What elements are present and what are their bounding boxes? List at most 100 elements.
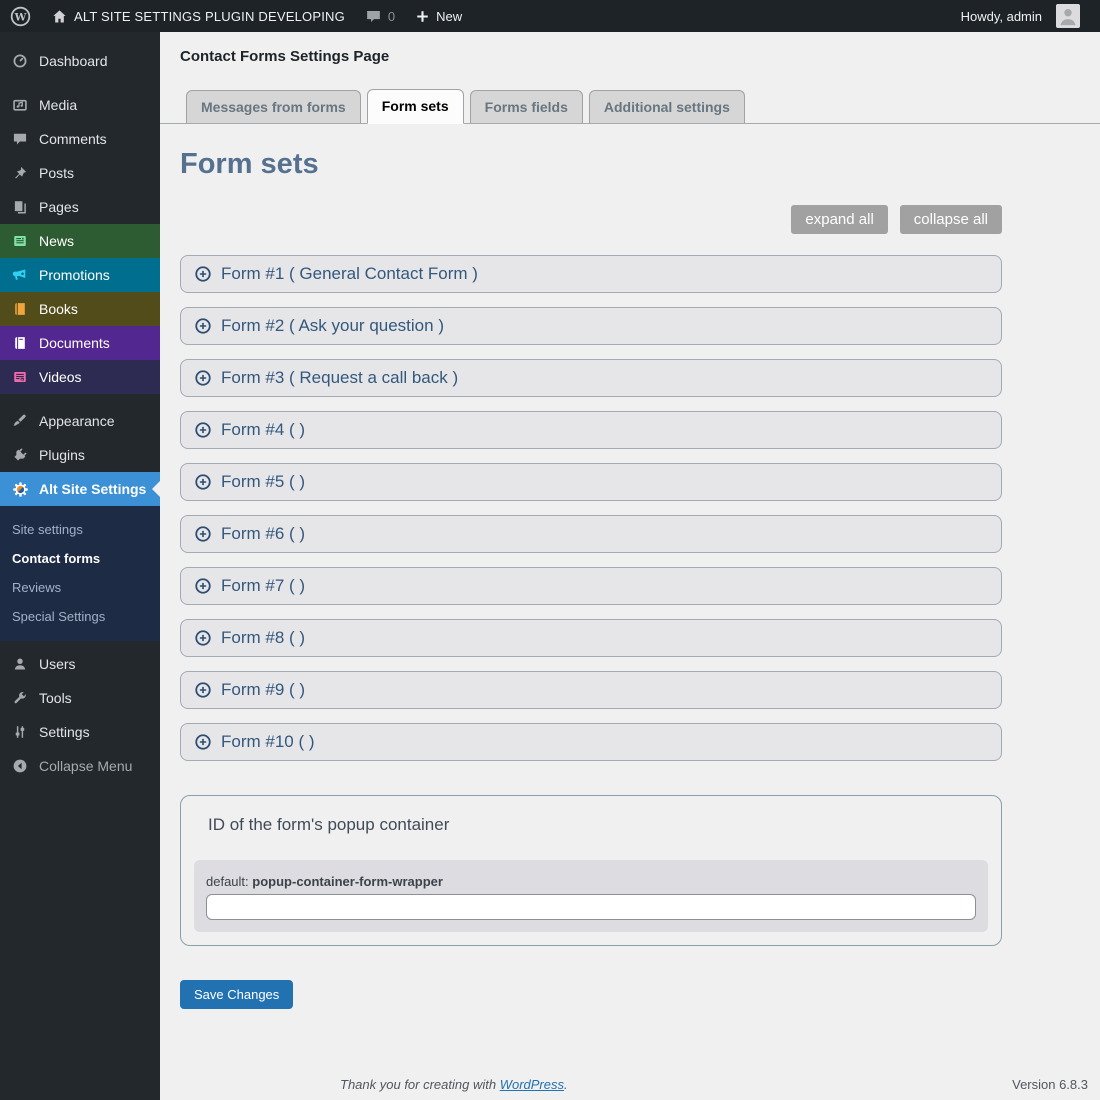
site-title: ALT SITE SETTINGS PLUGIN DEVELOPING: [74, 8, 345, 24]
sidebar-item-label: Dashboard: [39, 53, 108, 69]
admin-sidebar: Dashboard Media Comments Posts Pages New…: [0, 32, 160, 1100]
howdy-text: Howdy, admin: [960, 8, 1042, 24]
form-set-row[interactable]: Form #5 ( ): [180, 463, 1002, 501]
sidebar-item-label: Collapse Menu: [39, 758, 133, 774]
sidebar-item-label: Posts: [39, 165, 75, 181]
sidebar-item-label: Pages: [39, 199, 79, 215]
form-set-row[interactable]: Form #7 ( ): [180, 567, 1002, 605]
wordpress-link[interactable]: WordPress: [500, 1077, 564, 1092]
form-set-label: Form #5 ( ): [221, 472, 306, 491]
dashboard-icon: [11, 53, 29, 69]
default-value-line: default: popup-container-form-wrapper: [206, 874, 976, 889]
current-menu-arrow-icon: [152, 481, 160, 497]
my-account-menu[interactable]: Howdy, admin: [951, 0, 1090, 32]
sidebar-item-label: Books: [39, 301, 78, 317]
popup-container-id-box: ID of the form's popup container default…: [180, 795, 1002, 946]
form-set-row[interactable]: Form #3 ( Request a call back ): [180, 359, 1002, 397]
comments-icon: [11, 131, 29, 147]
svg-text:W: W: [14, 11, 27, 23]
brush-icon: [11, 413, 29, 429]
default-label: default:: [206, 874, 249, 889]
collapse-all-button[interactable]: collapse all: [899, 205, 1002, 234]
sidebar-item-label: Tools: [39, 690, 72, 706]
gear-icon: [11, 481, 29, 498]
form-set-row[interactable]: Form #1 ( General Contact Form ): [180, 255, 1002, 293]
form-set-label: Form #3 ( Request a call back ): [221, 368, 459, 387]
sidebar-item-label: News: [39, 233, 75, 249]
user-icon: [11, 656, 29, 672]
form-set-row[interactable]: Form #9 ( ): [180, 671, 1002, 709]
form-set-row[interactable]: Form #6 ( ): [180, 515, 1002, 553]
alt-site-settings-submenu: Site settings Contact forms Reviews Spec…: [0, 506, 160, 641]
sidebar-item-comments[interactable]: Comments: [0, 122, 160, 156]
sidebar-item-label: Media: [39, 97, 78, 113]
submenu-item-contact-forms[interactable]: Contact forms: [0, 544, 160, 573]
comment-count: 0: [387, 8, 396, 24]
tab-forms-fields[interactable]: Forms fields: [469, 90, 583, 123]
sidebar-item-collapse-menu[interactable]: Collapse Menu: [0, 749, 160, 783]
comment-bubble-icon: [365, 8, 382, 25]
sidebar-item-documents[interactable]: Documents: [0, 326, 160, 360]
sidebar-item-alt-site-settings[interactable]: Alt Site Settings: [0, 472, 160, 506]
comments-shortcut[interactable]: 0: [355, 0, 405, 32]
sidebar-item-label: Videos: [39, 369, 82, 385]
sidebar-item-label: Documents: [39, 335, 110, 351]
menu-separator: [0, 394, 160, 404]
sidebar-item-appearance[interactable]: Appearance: [0, 404, 160, 438]
sidebar-item-tools[interactable]: Tools: [0, 681, 160, 715]
book-icon: [11, 301, 29, 317]
sidebar-item-books[interactable]: Books: [0, 292, 160, 326]
form-set-label: Form #1 ( General Contact Form ): [221, 264, 478, 283]
pushpin-icon: [11, 165, 29, 181]
submenu-item-special-settings[interactable]: Special Settings: [0, 602, 160, 631]
expand-plus-icon: [194, 421, 212, 439]
new-content-menu[interactable]: New: [405, 0, 472, 32]
expand-plus-icon: [194, 369, 212, 387]
form-set-row[interactable]: Form #2 ( Ask your question ): [180, 307, 1002, 345]
sidebar-item-promotions[interactable]: Promotions: [0, 258, 160, 292]
footer-thanks-text: Thank you for creating with: [340, 1077, 500, 1092]
sidebar-item-plugins[interactable]: Plugins: [0, 438, 160, 472]
sliders-icon: [11, 724, 29, 740]
save-changes-button[interactable]: Save Changes: [180, 980, 294, 1009]
submenu-item-site-settings[interactable]: Site settings: [0, 515, 160, 544]
sidebar-item-label: Settings: [39, 724, 90, 740]
form-set-label: Form #10 ( ): [221, 732, 315, 751]
sidebar-item-posts[interactable]: Posts: [0, 156, 160, 190]
sidebar-item-label: Plugins: [39, 447, 85, 463]
sidebar-item-pages[interactable]: Pages: [0, 190, 160, 224]
sidebar-item-settings[interactable]: Settings: [0, 715, 160, 749]
submenu-item-reviews[interactable]: Reviews: [0, 573, 160, 602]
sidebar-item-news[interactable]: News: [0, 224, 160, 258]
popup-container-id-input[interactable]: [206, 894, 976, 920]
sidebar-item-users[interactable]: Users: [0, 647, 160, 681]
plus-icon: [415, 9, 430, 24]
site-menu[interactable]: ALT SITE SETTINGS PLUGIN DEVELOPING: [41, 0, 355, 32]
plug-icon: [11, 447, 29, 463]
section-title: Form sets: [180, 148, 319, 180]
tab-bar: Messages from forms Form sets Forms fiel…: [160, 89, 1100, 124]
sidebar-item-label: Appearance: [39, 413, 115, 429]
bulk-actions: expand all collapse all: [180, 205, 1002, 234]
media-icon: [11, 97, 29, 113]
form-set-row[interactable]: Form #4 ( ): [180, 411, 1002, 449]
tab-additional-settings[interactable]: Additional settings: [588, 90, 745, 123]
form-set-list: Form #1 ( General Contact Form ) Form #2…: [180, 255, 1002, 761]
pages-icon: [11, 199, 29, 215]
wordpress-logo-icon: W: [10, 6, 31, 26]
new-label: New: [436, 8, 463, 24]
sidebar-item-videos[interactable]: Videos: [0, 360, 160, 394]
expand-all-button[interactable]: expand all: [791, 205, 888, 234]
sidebar-item-media[interactable]: Media: [0, 88, 160, 122]
page-title: Contact Forms Settings Page: [180, 48, 390, 65]
wordpress-logo-icon[interactable]: W: [0, 0, 41, 32]
form-set-row[interactable]: Form #10 ( ): [180, 723, 1002, 761]
avatar: [1056, 4, 1080, 28]
tab-messages-from-forms[interactable]: Messages from forms: [186, 90, 361, 123]
sidebar-item-label: Alt Site Settings: [39, 481, 147, 497]
footer: Thank you for creating with WordPress. V…: [340, 1077, 1088, 1092]
tab-form-sets[interactable]: Form sets: [366, 89, 464, 124]
expand-plus-icon: [194, 681, 212, 699]
sidebar-item-dashboard[interactable]: Dashboard: [0, 44, 160, 78]
form-set-row[interactable]: Form #8 ( ): [180, 619, 1002, 657]
